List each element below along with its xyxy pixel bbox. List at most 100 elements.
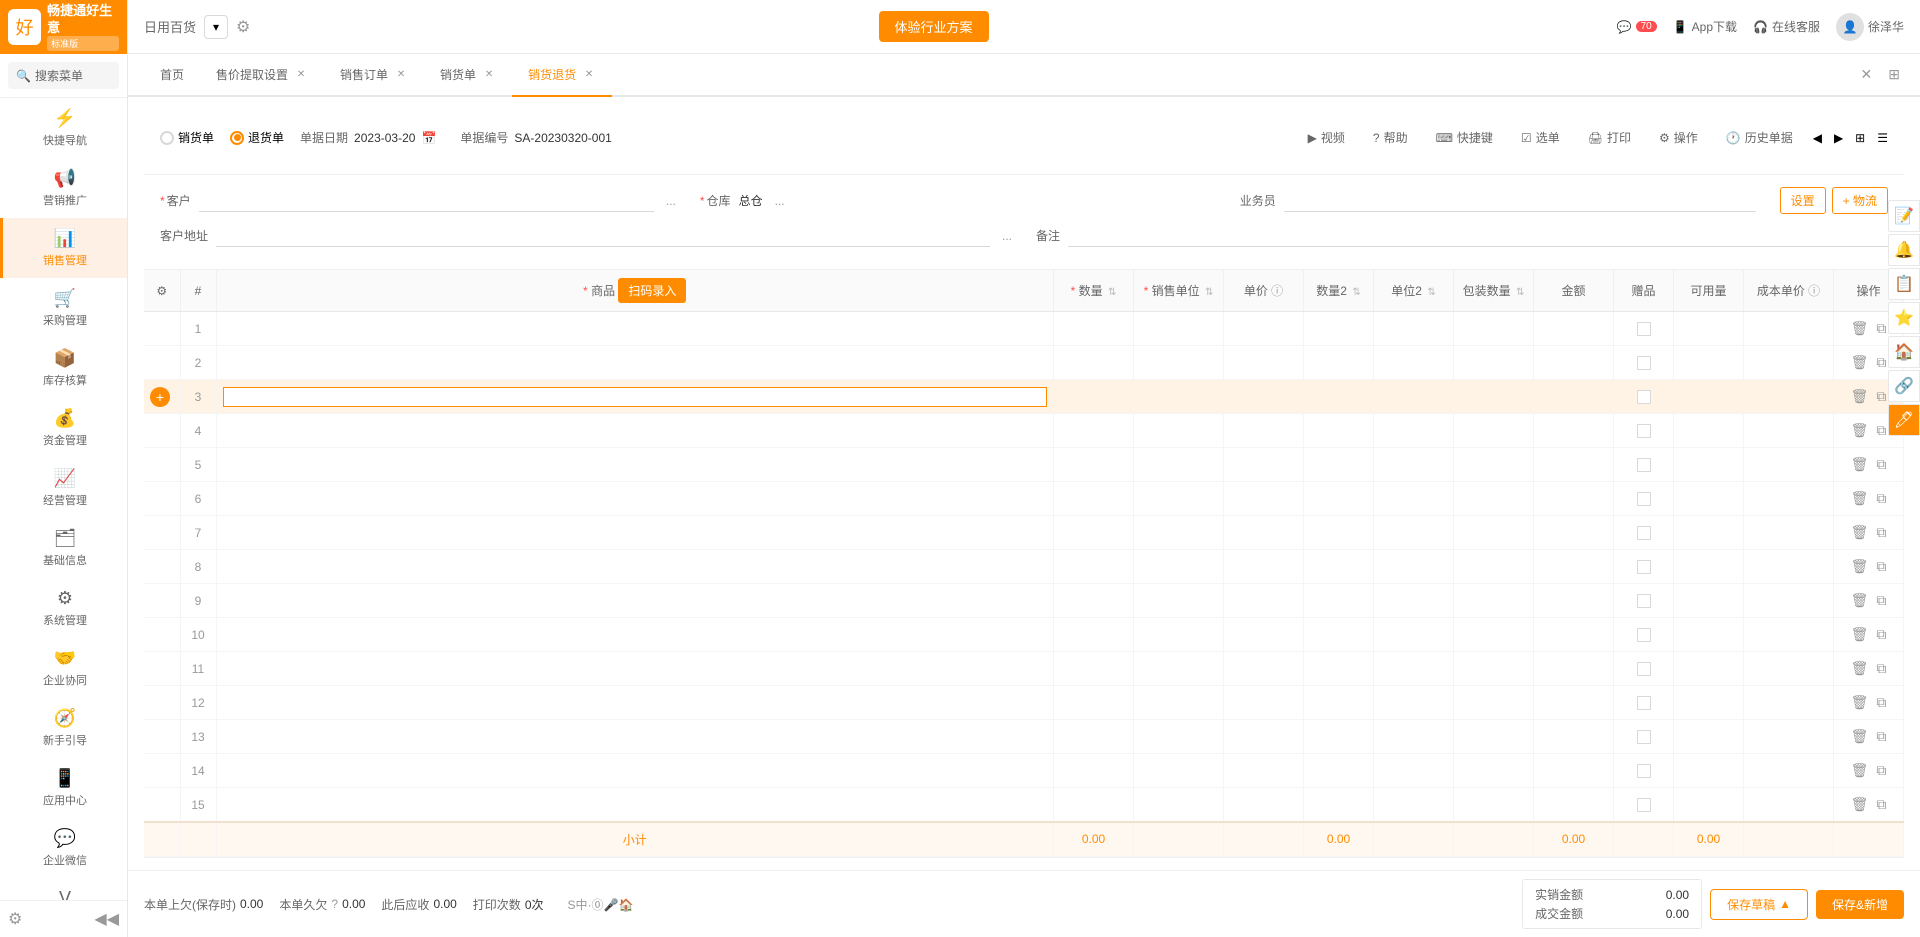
cell-qty[interactable]	[1054, 482, 1134, 516]
cell-pkg[interactable]	[1454, 686, 1534, 720]
copy-row-btn[interactable]: ⧉	[1874, 760, 1888, 781]
cell-pkg[interactable]	[1454, 380, 1534, 414]
cell-price[interactable]	[1224, 550, 1304, 584]
address-input[interactable]	[216, 224, 990, 247]
cell-unit2[interactable]	[1374, 584, 1454, 618]
shortcut-btn[interactable]: ⌨ 快捷键	[1428, 125, 1501, 150]
copy-row-btn[interactable]: ⧉	[1874, 726, 1888, 747]
tab-sales-return-close[interactable]: ✕	[582, 68, 596, 82]
sidebar-item-shortcut[interactable]: ⚡ 快捷导航	[0, 98, 127, 158]
cell-cost[interactable]	[1744, 754, 1834, 788]
tab-price-settings-close[interactable]: ✕	[294, 68, 308, 82]
sidebar-item-inventory[interactable]: 📦 库存核算	[0, 338, 127, 398]
cell-pkg[interactable]	[1454, 414, 1534, 448]
grid-view-btn[interactable]: ⊞	[1855, 131, 1865, 145]
cell-unit[interactable]	[1134, 618, 1224, 652]
cell-qty[interactable]	[1054, 346, 1134, 380]
copy-row-btn[interactable]: ⧉	[1874, 386, 1888, 407]
cell-avail[interactable]	[1674, 448, 1744, 482]
cell-unit[interactable]	[1134, 516, 1224, 550]
address-dots[interactable]: ...	[1002, 229, 1012, 243]
add-row-btn[interactable]: +	[150, 387, 170, 407]
cell-pkg[interactable]	[1454, 346, 1534, 380]
cell-amount[interactable]	[1534, 618, 1614, 652]
cell-amount[interactable]	[1534, 448, 1614, 482]
cell-unit2[interactable]	[1374, 720, 1454, 754]
cell-amount[interactable]	[1534, 414, 1614, 448]
cell-qty2[interactable]	[1304, 550, 1374, 584]
delete-row-btn[interactable]: 🗑	[1849, 726, 1871, 747]
cell-avail[interactable]	[1674, 584, 1744, 618]
sidebar-item-member[interactable]: V 畅会员	[0, 878, 127, 900]
cell-unit[interactable]	[1134, 312, 1224, 346]
right-panel-active[interactable]: 🖊	[1888, 404, 1920, 436]
cell-product[interactable]	[216, 482, 1054, 516]
unit2-sort-icon[interactable]: ⇅	[1427, 287, 1435, 298]
cell-amount[interactable]	[1534, 788, 1614, 823]
online-service-btn[interactable]: 🎧 在线客服	[1753, 18, 1820, 35]
cell-cost[interactable]	[1744, 686, 1834, 720]
gift-checkbox[interactable]	[1637, 730, 1651, 744]
cell-product[interactable]	[216, 720, 1054, 754]
gear-icon[interactable]: ⚙	[156, 284, 167, 298]
copy-row-btn[interactable]: ⧉	[1874, 488, 1888, 509]
right-panel-clipboard[interactable]: 📋	[1888, 268, 1920, 300]
cell-cost[interactable]	[1744, 618, 1834, 652]
gift-checkbox[interactable]	[1637, 390, 1651, 404]
cell-qty2[interactable]	[1304, 482, 1374, 516]
this-overdue-icon[interactable]: ?	[331, 897, 338, 911]
cell-avail[interactable]	[1674, 312, 1744, 346]
tabs-close-all-btn[interactable]: ✕	[1857, 62, 1877, 87]
pkg-sort-icon[interactable]: ⇅	[1516, 287, 1524, 298]
cell-amount[interactable]	[1534, 312, 1614, 346]
operate-btn[interactable]: ⚙ 操作	[1651, 125, 1706, 150]
cell-qty[interactable]	[1054, 618, 1134, 652]
delete-row-btn[interactable]: 🗑	[1849, 522, 1871, 543]
save-new-button[interactable]: 保存&新增	[1816, 890, 1904, 919]
cell-price[interactable]	[1224, 788, 1304, 823]
gift-checkbox[interactable]	[1637, 696, 1651, 710]
right-panel-notes[interactable]: 📝	[1888, 200, 1920, 232]
cell-price[interactable]	[1224, 346, 1304, 380]
cell-price[interactable]	[1224, 482, 1304, 516]
delete-row-btn[interactable]: 🗑	[1849, 556, 1871, 577]
sidebar-collapse-btn[interactable]: ◀◀	[94, 909, 119, 929]
cell-gift[interactable]	[1614, 448, 1674, 482]
cell-amount[interactable]	[1534, 754, 1614, 788]
cell-pkg[interactable]	[1454, 652, 1534, 686]
cell-amount[interactable]	[1534, 346, 1614, 380]
copy-row-btn[interactable]: ⧉	[1874, 794, 1888, 815]
cell-gift[interactable]	[1614, 550, 1674, 584]
cell-price[interactable]	[1224, 584, 1304, 618]
cell-unit[interactable]	[1134, 414, 1224, 448]
gift-checkbox[interactable]	[1637, 526, 1651, 540]
logistics-btn[interactable]: + 物流	[1832, 187, 1888, 214]
right-panel-star[interactable]: ⭐	[1888, 302, 1920, 334]
cell-qty[interactable]	[1054, 380, 1134, 414]
cell-product[interactable]	[216, 550, 1054, 584]
sidebar-item-system[interactable]: ⚙ 系统管理	[0, 578, 127, 638]
cell-qty[interactable]	[1054, 448, 1134, 482]
tab-sales-delivery-close[interactable]: ✕	[482, 68, 496, 82]
gift-checkbox[interactable]	[1637, 492, 1651, 506]
cell-cost[interactable]	[1744, 380, 1834, 414]
cell-product[interactable]	[216, 788, 1054, 823]
app-download-btn[interactable]: 📱 App下载	[1673, 18, 1737, 35]
notification-btn[interactable]: 💬 70	[1617, 20, 1657, 34]
cell-gift[interactable]	[1614, 618, 1674, 652]
cell-qty2[interactable]	[1304, 516, 1374, 550]
sidebar-item-finance[interactable]: 💰 资金管理	[0, 398, 127, 458]
search-button[interactable]: 🔍 搜索菜单	[8, 62, 119, 89]
cell-product[interactable]	[216, 652, 1054, 686]
copy-row-btn[interactable]: ⧉	[1874, 522, 1888, 543]
gift-checkbox[interactable]	[1637, 424, 1651, 438]
cell-cost[interactable]	[1744, 652, 1834, 686]
cell-pkg[interactable]	[1454, 516, 1534, 550]
cell-unit2[interactable]	[1374, 380, 1454, 414]
cell-avail[interactable]	[1674, 788, 1744, 823]
setup-btn[interactable]: 设置	[1780, 187, 1826, 214]
cell-cost[interactable]	[1744, 346, 1834, 380]
cell-unit2[interactable]	[1374, 346, 1454, 380]
copy-row-btn[interactable]: ⧉	[1874, 454, 1888, 475]
cell-qty2[interactable]	[1304, 346, 1374, 380]
